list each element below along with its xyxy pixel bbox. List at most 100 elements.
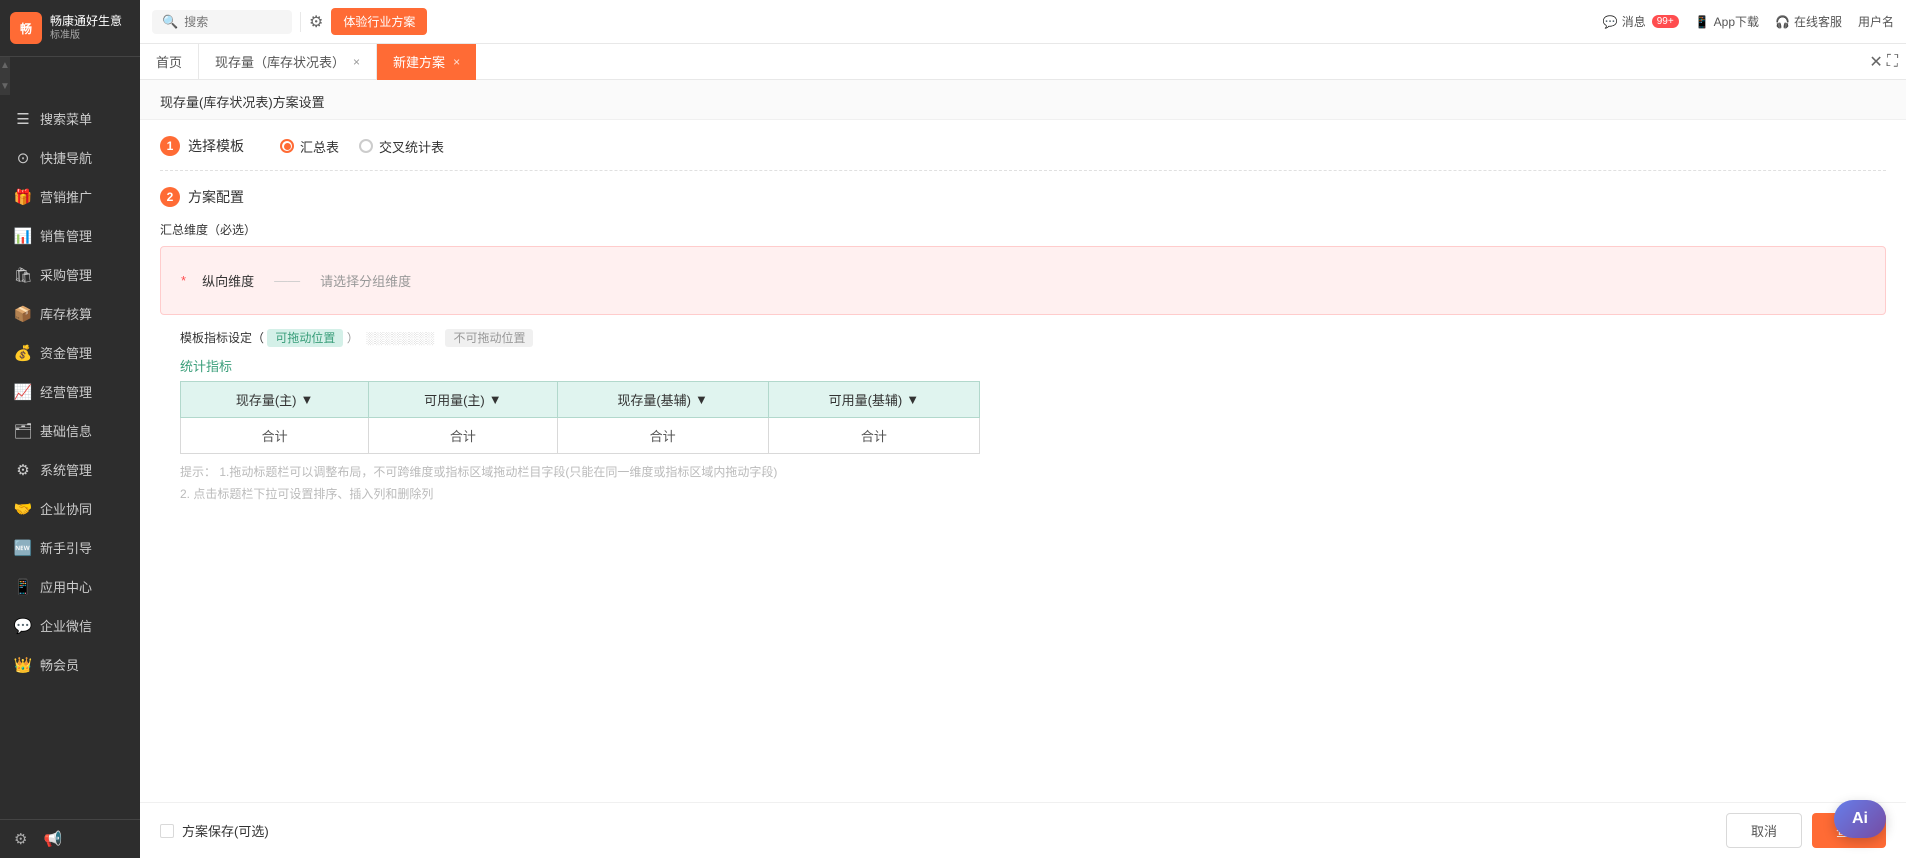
marketing-icon: 🎁 <box>14 188 32 206</box>
section1-divider <box>160 170 1886 171</box>
search-menu-icon: ☰ <box>14 110 32 128</box>
sidebar-scrollbar[interactable]: ▲ ▼ <box>0 57 10 95</box>
cancel-button[interactable]: 取消 <box>1726 813 1802 848</box>
tab-close-all-icon[interactable]: ✕ <box>1869 52 1882 72</box>
sidebar-item-member[interactable]: 👑 畅会员 <box>0 645 140 684</box>
tips-section: 提示： 1.拖动标题栏可以调整布局，不可跨维度或指标区域拖动栏目字段(只能在同一… <box>180 462 1866 505</box>
sidebar-item-newbie[interactable]: 🆕 新手引导 <box>0 528 140 567</box>
sidebar-item-app-center[interactable]: 📱 应用中心 <box>0 567 140 606</box>
dimension-section-label: 汇总维度（必选） <box>160 221 1886 238</box>
sidebar-item-search[interactable]: ☰ 搜索菜单 <box>0 99 140 138</box>
col-available-aux[interactable]: 可用量(基辅) ▼ <box>768 382 979 418</box>
cell-available-main-subtotal: 合计 <box>369 418 557 454</box>
stats-table-head: 现存量(主) ▼ 可用量(主) ▼ <box>181 382 980 418</box>
col-dropdown-available-main[interactable]: 可用量(主) ▼ <box>424 390 502 409</box>
user-avatar[interactable]: 用户名 <box>1858 13 1894 30</box>
sidebar-item-collab[interactable]: 🤝 企业协同 <box>0 489 140 528</box>
member-icon: 👑 <box>14 656 32 674</box>
topbar: 🔍 ⚙ 体验行业方案 💬 消息 99+ 📱 App下载 🎧 在线客服 用户名 <box>140 0 1906 44</box>
sidebar-item-inventory[interactable]: 📦 库存核算 <box>0 294 140 333</box>
online-service-btn[interactable]: 🎧 在线客服 <box>1775 13 1842 30</box>
tab-close-inventory[interactable]: × <box>353 55 360 69</box>
notif-badge: 99+ <box>1652 15 1679 28</box>
search-icon: 🔍 <box>162 14 178 30</box>
notification-btn[interactable]: 💬 消息 99+ <box>1603 13 1679 30</box>
radio-summary-table[interactable]: 汇总表 <box>280 137 339 156</box>
app-logo: 畅 <box>10 12 42 44</box>
sidebar-item-shortcuts[interactable]: ⊙ 快捷导航 <box>0 138 140 177</box>
ai-badge[interactable]: Ai <box>1834 800 1886 838</box>
save-label: 方案保存(可选) <box>182 821 269 840</box>
tab-inventory[interactable]: 现存量（库存状况表） × <box>199 44 377 80</box>
sidebar-nav: ☰ 搜索菜单 ⊙ 快捷导航 🎁 营销推广 📊 销售管理 🛍 采购管理 📦 库存核… <box>0 95 140 819</box>
dimension-select-placeholder[interactable]: 请选择分组维度 <box>320 271 411 290</box>
radio-summary-circle <box>280 139 294 153</box>
col-dropdown-current-main[interactable]: 现存量(主) ▼ <box>236 390 314 409</box>
collab-icon: 🤝 <box>14 500 32 518</box>
settings-icon[interactable]: ⚙ <box>14 830 27 848</box>
sidebar-item-marketing[interactable]: 🎁 营销推广 <box>0 177 140 216</box>
page-title: 现存量(库存状况表)方案设置 <box>140 80 1906 120</box>
sidebar-item-purchase[interactable]: 🛍 采购管理 <box>0 255 140 294</box>
gear-icon[interactable]: ⚙ <box>309 12 323 32</box>
stats-table: 现存量(主) ▼ 可用量(主) ▼ <box>180 381 980 454</box>
tabs-right-btns: ✕ ⛶ <box>1869 52 1906 72</box>
finance-icon: 💰 <box>14 344 32 362</box>
shortcuts-icon: ⊙ <box>14 149 32 167</box>
trial-btn[interactable]: 体验行业方案 <box>331 8 427 35</box>
tab-new-scheme[interactable]: 新建方案 × <box>377 44 476 80</box>
radio-cross-circle <box>359 139 373 153</box>
dimension-required-mark: * <box>181 273 186 288</box>
tab-expand-icon[interactable]: ⛶ <box>1887 53 1898 71</box>
stats-table-container: 统计指标 现存量(主) ▼ <box>180 356 1866 454</box>
speaker-icon[interactable]: 📢 <box>43 830 62 848</box>
search-input[interactable] <box>184 15 284 29</box>
dimension-field-label: 纵向维度 <box>202 271 254 290</box>
stats-table-header-row: 现存量(主) ▼ 可用量(主) ▼ <box>181 382 980 418</box>
tab-home[interactable]: 首页 <box>140 44 199 80</box>
section2-num: 2 <box>160 187 180 207</box>
dropdown-arrow-icon3: ▼ <box>695 392 708 407</box>
cell-available-aux-subtotal: 合计 <box>768 418 979 454</box>
section2-header: 2 方案配置 <box>160 187 1886 207</box>
col-available-main[interactable]: 可用量(主) ▼ <box>369 382 557 418</box>
tabs-bar: 首页 现存量（库存状况表） × 新建方案 × ✕ ⛶ <box>140 44 1906 80</box>
scroll-up-btn[interactable]: ▲ <box>0 57 10 74</box>
save-checkbox[interactable] <box>160 824 174 838</box>
section-template: 1 选择模板 汇总表 交叉统计表 <box>160 136 1886 171</box>
tab-close-new-scheme[interactable]: × <box>453 55 460 69</box>
topbar-right: 💬 消息 99+ 📱 App下载 🎧 在线客服 用户名 <box>1603 13 1894 30</box>
purchase-icon: 🛍 <box>14 266 32 284</box>
main-area: 🔍 ⚙ 体验行业方案 💬 消息 99+ 📱 App下载 🎧 在线客服 用户名 <box>140 0 1906 858</box>
sidebar-item-operations[interactable]: 📈 经营管理 <box>0 372 140 411</box>
indicator-label-row: 模板指标设定（ 可拖动位置 ） ░░░░░░░░ 不可拖动位置 <box>180 329 1866 346</box>
sidebar-item-system[interactable]: ⚙ 系统管理 <box>0 450 140 489</box>
dimension-row: * 纵向维度 —— 请选择分组维度 <box>181 271 1865 290</box>
sidebar-item-wechat[interactable]: 💬 企业微信 <box>0 606 140 645</box>
stats-table-row: 合计 合计 合计 合计 <box>181 418 980 454</box>
cell-current-main-subtotal: 合计 <box>181 418 369 454</box>
sidebar-item-basic-info[interactable]: 🗂 基础信息 <box>0 411 140 450</box>
col-dropdown-available-aux[interactable]: 可用量(基辅) ▼ <box>829 390 920 409</box>
cell-current-aux-subtotal: 合计 <box>557 418 768 454</box>
col-current-main[interactable]: 现存量(主) ▼ <box>181 382 369 418</box>
col-current-aux[interactable]: 现存量(基辅) ▼ <box>557 382 768 418</box>
app-download-btn[interactable]: 📱 App下载 <box>1695 13 1759 30</box>
footer-bar: 方案保存(可选) 取消 查询 <box>140 802 1906 858</box>
template-options: 汇总表 交叉统计表 <box>280 137 444 156</box>
scroll-down-btn[interactable]: ▼ <box>0 78 10 95</box>
radio-cross-table[interactable]: 交叉统计表 <box>359 137 444 156</box>
indicator-main-label: 模板指标设定（ 可拖动位置 ） ░░░░░░░░ 不可拖动位置 <box>180 329 533 346</box>
sidebar: 畅 畅康通好生意 标准版 ▲ ▼ ☰ 搜索菜单 ⊙ 快捷导航 🎁 营销推广 📊 … <box>0 0 140 858</box>
section1-header: 1 选择模板 汇总表 交叉统计表 <box>160 136 1886 156</box>
section-config: 2 方案配置 汇总维度（必选） * 纵向维度 —— 请选择分组维度 <box>160 187 1886 505</box>
app-center-icon: 📱 <box>14 578 32 596</box>
system-icon: ⚙ <box>14 461 32 479</box>
dropdown-arrow-icon2: ▼ <box>489 392 502 407</box>
col-dropdown-current-aux[interactable]: 现存量(基辅) ▼ <box>617 390 708 409</box>
sidebar-item-sales[interactable]: 📊 销售管理 <box>0 216 140 255</box>
divider <box>300 12 301 32</box>
inventory-icon: 📦 <box>14 305 32 323</box>
search-box[interactable]: 🔍 <box>152 10 292 34</box>
sidebar-item-finance[interactable]: 💰 资金管理 <box>0 333 140 372</box>
